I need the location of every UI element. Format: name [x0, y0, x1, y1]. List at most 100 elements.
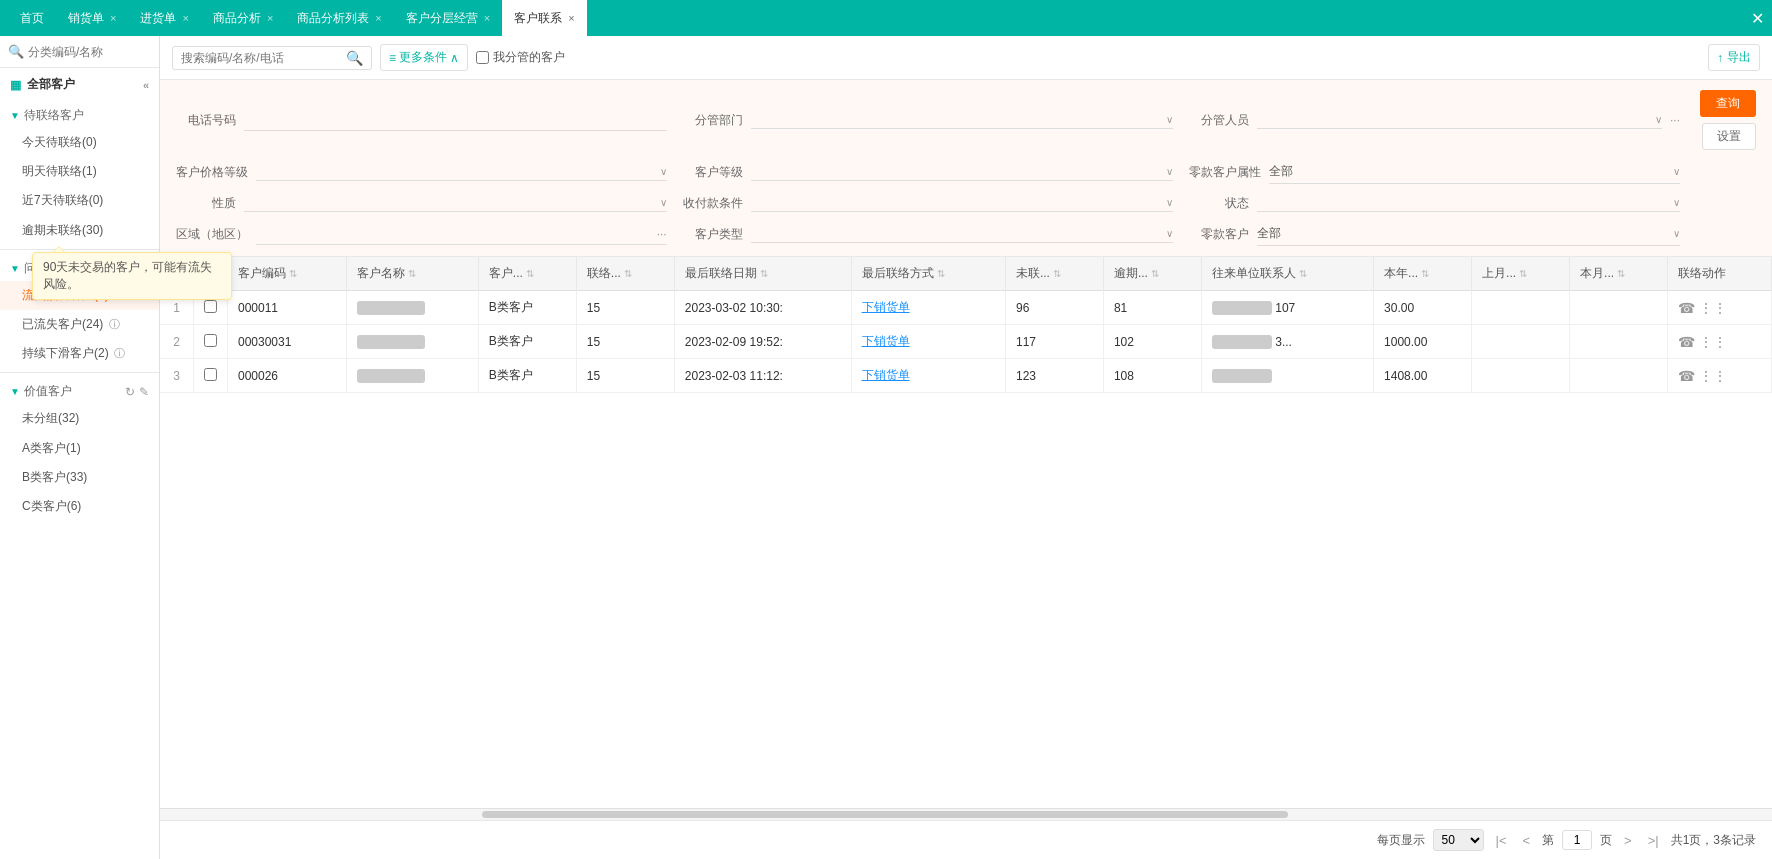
- row-last-way-3[interactable]: 下销货单: [862, 368, 910, 382]
- filter-customer-type: 客户类型 ∨: [683, 225, 1174, 243]
- sidebar-item-today[interactable]: 今天待联络(0): [0, 128, 159, 157]
- refresh-icon[interactable]: ↻: [125, 385, 135, 399]
- nav-home[interactable]: 首页: [8, 0, 56, 36]
- filter-region-dots[interactable]: ···: [657, 227, 667, 241]
- td-last-way-3[interactable]: 下销货单: [851, 359, 1005, 393]
- sidebar-item-7days[interactable]: 近7天待联络(0): [0, 186, 159, 215]
- th-contact[interactable]: 联络... ⇅: [576, 257, 674, 291]
- th-level-label: 客户...: [489, 265, 523, 282]
- filter-region-label: 区域（地区）: [176, 226, 248, 243]
- filter-nature-select[interactable]: ∨: [244, 194, 667, 212]
- filter-more-btn[interactable]: ≡ 更多条件 ∧: [380, 44, 468, 71]
- sidebar-item-overdue[interactable]: 逾期未联络(30): [0, 216, 159, 245]
- action-phone-1[interactable]: ☎: [1678, 300, 1695, 316]
- td-checkbox-2[interactable]: [194, 325, 228, 359]
- row-last-way-1[interactable]: 下销货单: [862, 300, 910, 314]
- prev-page-btn[interactable]: <: [1518, 831, 1534, 850]
- horizontal-scrollbar[interactable]: [160, 808, 1772, 820]
- next-page-btn[interactable]: >: [1620, 831, 1636, 850]
- row-checkbox-1[interactable]: [204, 300, 217, 313]
- th-last-month[interactable]: 上月... ⇅: [1472, 257, 1570, 291]
- sidebar-item-churned[interactable]: 已流失客户(24) ⓘ: [0, 310, 159, 339]
- sidebar-item-ungroup[interactable]: 未分组(32): [0, 404, 159, 433]
- filter-retail-attr-select[interactable]: 全部 ∨: [1269, 160, 1680, 184]
- sidebar-item-7days-label: 近7天待联络(0): [22, 193, 103, 207]
- filter-region-select[interactable]: ···: [256, 224, 667, 245]
- nav-sales-close[interactable]: ×: [110, 12, 116, 24]
- nav-purchase[interactable]: 进货单 ×: [128, 0, 200, 36]
- th-code[interactable]: 客户编码 ⇅: [228, 257, 347, 291]
- td-last-way-2[interactable]: 下销货单: [851, 325, 1005, 359]
- filter-customer-level-select[interactable]: ∨: [751, 163, 1174, 181]
- th-this-month[interactable]: 本月... ⇅: [1570, 257, 1668, 291]
- action-more-2[interactable]: ⋮⋮: [1699, 334, 1727, 350]
- filter-status-select[interactable]: ∨: [1257, 194, 1680, 212]
- filter-phone-input[interactable]: [244, 110, 667, 131]
- scrollbar-track[interactable]: [482, 811, 1288, 818]
- th-last-contact-way[interactable]: 最后联络方式 ⇅: [851, 257, 1005, 291]
- search-btn[interactable]: 查询: [1700, 90, 1756, 117]
- th-uncontacted[interactable]: 未联... ⇅: [1005, 257, 1103, 291]
- export-btn[interactable]: ↑ 导出: [1708, 44, 1760, 71]
- row-last-way-2[interactable]: 下销货单: [862, 334, 910, 348]
- sidebar-all-customers[interactable]: ▦ 全部客户 «: [0, 68, 159, 101]
- th-level[interactable]: 客户... ⇅: [478, 257, 576, 291]
- sidebar-section-value[interactable]: ▼ 价值客户 ↻ ✎: [0, 377, 159, 404]
- nav-purchase-close[interactable]: ×: [182, 12, 188, 24]
- sidebar-item-c-class[interactable]: C类客户(6): [0, 492, 159, 521]
- search-input[interactable]: [181, 51, 346, 65]
- row-checkbox-3[interactable]: [204, 368, 217, 381]
- th-action: 联络动作: [1668, 257, 1772, 291]
- action-more-1[interactable]: ⋮⋮: [1699, 300, 1727, 316]
- sidebar-item-tomorrow[interactable]: 明天待联络(1): [0, 157, 159, 186]
- nav-sales[interactable]: 销货单 ×: [56, 0, 128, 36]
- filter-icon: ≡: [389, 51, 396, 65]
- th-unit-contact[interactable]: 往来单位联系人 ⇅: [1201, 257, 1373, 291]
- first-page-btn[interactable]: |<: [1492, 831, 1511, 850]
- nav-analysis[interactable]: 商品分析 ×: [201, 0, 285, 36]
- edit-icon[interactable]: ✎: [139, 385, 149, 399]
- nav-analysis-list[interactable]: 商品分析列表 ×: [285, 0, 393, 36]
- action-phone-2[interactable]: ☎: [1678, 334, 1695, 350]
- th-this-year[interactable]: 本年... ⇅: [1374, 257, 1472, 291]
- settings-btn[interactable]: 设置: [1702, 123, 1756, 150]
- window-close-btn[interactable]: ✕: [1751, 9, 1764, 28]
- sidebar-item-declining[interactable]: 持续下滑客户(2) ⓘ: [0, 339, 159, 368]
- my-customer-checkbox[interactable]: [476, 51, 489, 64]
- filter-person-dots[interactable]: ···: [1670, 113, 1680, 127]
- action-phone-3[interactable]: ☎: [1678, 368, 1695, 384]
- filter-person-select[interactable]: ∨: [1257, 111, 1662, 129]
- td-overdue-1: 81: [1103, 291, 1201, 325]
- filter-customer-type-select[interactable]: ∨: [751, 225, 1174, 243]
- th-last-contact-date[interactable]: 最后联络日期 ⇅: [674, 257, 851, 291]
- search-icon[interactable]: 🔍: [346, 50, 363, 66]
- page-input[interactable]: [1562, 830, 1592, 850]
- nav-customer-contact-close[interactable]: ×: [568, 12, 574, 24]
- td-last-way-1[interactable]: 下销货单: [851, 291, 1005, 325]
- nav-analysis-list-close[interactable]: ×: [375, 12, 381, 24]
- row-checkbox-2[interactable]: [204, 334, 217, 347]
- nav-home-label: 首页: [20, 10, 44, 27]
- last-page-btn[interactable]: >|: [1644, 831, 1663, 850]
- filter-customer-type-label: 客户类型: [683, 226, 743, 243]
- th-name[interactable]: 客户名称 ⇅: [346, 257, 478, 291]
- sidebar-item-b-class[interactable]: B类客户(33): [0, 463, 159, 492]
- filter-payment-select[interactable]: ∨: [751, 194, 1174, 212]
- my-customer-toggle[interactable]: 我分管的客户: [476, 49, 565, 66]
- row-uncontact-3: 123: [1016, 369, 1036, 383]
- th-overdue[interactable]: 逾期... ⇅: [1103, 257, 1201, 291]
- nav-customer-tier-close[interactable]: ×: [484, 12, 490, 24]
- sidebar-search-input[interactable]: [28, 45, 160, 59]
- per-page-select[interactable]: 50 20 100: [1433, 829, 1484, 851]
- sidebar-section-pending[interactable]: ▼ 待联络客户: [0, 101, 159, 128]
- filter-retail-customer-select[interactable]: 全部 ∨: [1257, 222, 1680, 246]
- nav-analysis-close[interactable]: ×: [267, 12, 273, 24]
- nav-customer-tier[interactable]: 客户分层经营 ×: [394, 0, 502, 36]
- td-checkbox-3[interactable]: [194, 359, 228, 393]
- filter-dept-select[interactable]: ∨: [751, 111, 1174, 129]
- filter-price-level-select[interactable]: ∨: [256, 163, 667, 181]
- sidebar-item-a-class[interactable]: A类客户(1): [0, 434, 159, 463]
- filter-retail-customer-label: 零款客户: [1189, 226, 1249, 243]
- action-more-3[interactable]: ⋮⋮: [1699, 368, 1727, 384]
- nav-customer-contact[interactable]: 客户联系 ×: [502, 0, 586, 36]
